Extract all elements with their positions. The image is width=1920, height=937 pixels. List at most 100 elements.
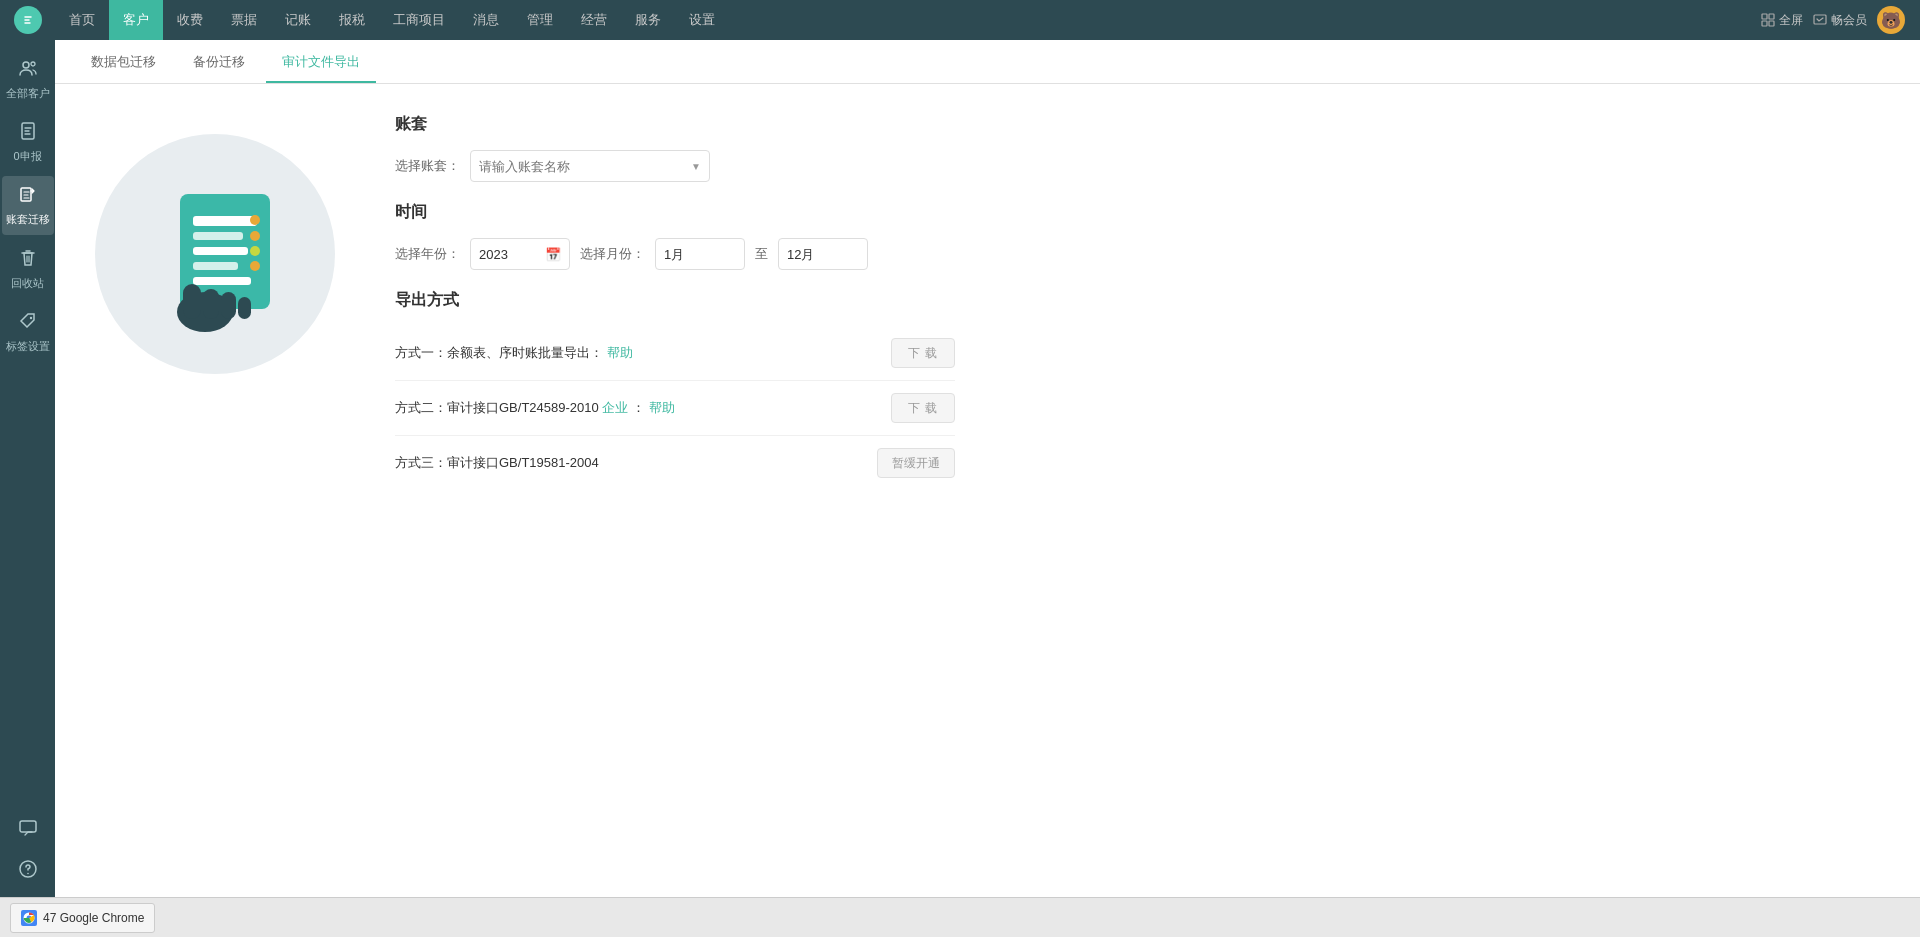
month-start-dropdown[interactable]: 1月 2月 3月 4月 5月 6月 7月 8月 9月 10月 11月 12月	[664, 247, 712, 262]
tag-settings-icon	[18, 311, 38, 336]
account-dropdown-icon: ▼	[691, 161, 701, 172]
svg-rect-15	[193, 232, 243, 240]
nav-fee[interactable]: 收费	[163, 0, 217, 40]
svg-point-21	[250, 246, 260, 256]
nav-tax[interactable]: 报税	[325, 0, 379, 40]
chrome-taskbar-label: 47 Google Chrome	[43, 911, 144, 925]
nav-operation[interactable]: 经营	[567, 0, 621, 40]
export-section-title: 导出方式	[395, 290, 955, 311]
export-method-1: 方式一：余额表、序时账批量导出： 帮助 下 载	[395, 326, 955, 381]
method2-suffix: ：	[632, 400, 645, 415]
member-button[interactable]: 畅会员	[1813, 12, 1867, 29]
export-method-2: 方式二：审计接口GB/T24589-2010 企业 ： 帮助 下 载	[395, 381, 955, 436]
method2-help-link[interactable]: 帮助	[649, 400, 675, 415]
chrome-icon	[21, 910, 37, 926]
sidebar-item-help[interactable]	[2, 851, 54, 887]
fullscreen-label: 全屏	[1779, 12, 1803, 29]
svg-point-19	[250, 215, 260, 225]
fullscreen-button[interactable]: 全屏	[1761, 12, 1803, 29]
method1-help-link[interactable]: 帮助	[607, 345, 633, 360]
time-section-divider: 时间	[395, 202, 955, 223]
sidebar-item-tag-settings-label: 标签设置	[6, 340, 50, 353]
method2-download-button[interactable]: 下 载	[891, 393, 955, 423]
svg-point-5	[23, 62, 29, 68]
svg-rect-14	[193, 216, 257, 226]
tab-audit-export[interactable]: 审计文件导出	[266, 43, 376, 83]
account-row: 选择账套： ▼	[395, 150, 955, 182]
chrome-taskbar-item[interactable]: 47 Google Chrome	[10, 903, 155, 933]
nav-manage[interactable]: 管理	[513, 0, 567, 40]
year-label: 选择年份：	[395, 245, 460, 263]
svg-point-12	[27, 873, 29, 875]
export-method-2-label: 方式二：审计接口GB/T24589-2010 企业 ： 帮助	[395, 399, 675, 417]
sidebar-item-all-customers-label: 全部客户	[6, 87, 50, 100]
month-start-select[interactable]: 1月 2月 3月 4月 5月 6月 7月 8月 9月 10月 11月 12月	[655, 238, 745, 270]
method1-download-button[interactable]: 下 载	[891, 338, 955, 368]
help-icon	[18, 859, 38, 879]
svg-rect-17	[193, 262, 238, 270]
account-input[interactable]	[479, 159, 691, 174]
year-input[interactable]	[479, 247, 534, 262]
method3-open-button[interactable]: 暂缓开通	[877, 448, 955, 478]
time-section-title: 时间	[395, 202, 955, 223]
sidebar-item-tag-settings[interactable]: 标签设置	[2, 303, 54, 361]
sidebar-item-recycle-label: 回收站	[11, 277, 44, 290]
month-label: 选择月份：	[580, 245, 645, 263]
tab-bar: 数据包迁移 备份迁移 审计文件导出	[55, 40, 1920, 84]
svg-rect-1	[1769, 14, 1774, 19]
export-method-3: 方式三：审计接口GB/T19581-2004 暂缓开通	[395, 436, 955, 490]
month-end-dropdown[interactable]: 1月 2月 3月 4月 5月 6月 7月 8月 9月 10月 11月 12月	[787, 247, 835, 262]
method2-company: 企业	[602, 400, 628, 415]
account-input-wrapper[interactable]: ▼	[470, 150, 710, 182]
calendar-icon: 📅	[545, 247, 561, 262]
svg-rect-25	[203, 289, 219, 319]
time-row: 选择年份： 📅 选择月份： 1月 2月 3月 4月 5月 6月	[395, 238, 955, 270]
sidebar-item-account-migration[interactable]: 账套迁移	[2, 176, 54, 234]
export-method-3-label: 方式三：审计接口GB/T19581-2004	[395, 454, 599, 472]
svg-rect-27	[238, 297, 251, 319]
svg-point-20	[250, 231, 260, 241]
svg-point-22	[250, 261, 260, 271]
chat-icon	[18, 818, 38, 838]
recycle-icon	[18, 248, 38, 273]
svg-rect-16	[193, 247, 248, 255]
nav-message[interactable]: 消息	[459, 0, 513, 40]
all-customers-icon	[18, 58, 38, 83]
nav-service[interactable]: 服务	[621, 0, 675, 40]
member-icon	[1813, 13, 1827, 27]
year-input-wrapper[interactable]: 📅	[470, 238, 570, 270]
nav-settings[interactable]: 设置	[675, 0, 729, 40]
sidebar-item-zero-declaration[interactable]: 0申报	[2, 113, 54, 171]
nav-items: 首页 客户 收费 票据 记账 报税 工商项目 消息 管理 经营 服务 设置	[55, 0, 1761, 40]
nav-customer[interactable]: 客户	[109, 0, 163, 40]
audit-illustration	[135, 164, 295, 344]
svg-point-9	[29, 317, 31, 319]
month-end-select[interactable]: 1月 2月 3月 4月 5月 6月 7月 8月 9月 10月 11月 12月	[778, 238, 868, 270]
nav-invoice[interactable]: 票据	[217, 0, 271, 40]
form-area: 账套 选择账套： ▼ 时间 选择年份： 📅	[395, 114, 955, 867]
sidebar-item-zero-declaration-label: 0申报	[13, 150, 41, 163]
top-navigation: 首页 客户 收费 票据 记账 报税 工商项目 消息 管理 经营 服务 设置 全屏	[0, 0, 1920, 40]
sidebar-item-all-customers[interactable]: 全部客户	[2, 50, 54, 108]
sidebar-item-chat[interactable]	[2, 810, 54, 846]
method3-prefix: 方式三：审计接口GB/T19581-2004	[395, 455, 599, 470]
export-section-divider: 导出方式	[395, 290, 955, 311]
nav-home[interactable]: 首页	[55, 0, 109, 40]
app-logo[interactable]	[0, 0, 55, 40]
page-content: 账套 选择账套： ▼ 时间 选择年份： 📅	[55, 84, 1920, 897]
left-sidebar: 全部客户 0申报 账套迁移	[0, 40, 55, 897]
svg-rect-2	[1762, 21, 1767, 26]
content-area: 数据包迁移 备份迁移 审计文件导出	[55, 40, 1920, 897]
tab-data-migration[interactable]: 数据包迁移	[75, 43, 172, 83]
user-avatar[interactable]: 🐻	[1877, 6, 1905, 34]
main-layout: 全部客户 0申报 账套迁移	[0, 40, 1920, 897]
account-label: 选择账套：	[395, 157, 460, 175]
svg-point-6	[31, 62, 35, 66]
sidebar-item-account-migration-label: 账套迁移	[6, 213, 50, 226]
taskbar: 47 Google Chrome	[0, 897, 1920, 937]
sidebar-item-recycle[interactable]: 回收站	[2, 240, 54, 298]
tab-backup-migration[interactable]: 备份迁移	[177, 43, 261, 83]
method2-prefix: 方式二：审计接口GB/T24589-2010	[395, 400, 599, 415]
nav-business[interactable]: 工商项目	[379, 0, 459, 40]
nav-bookkeeping[interactable]: 记账	[271, 0, 325, 40]
